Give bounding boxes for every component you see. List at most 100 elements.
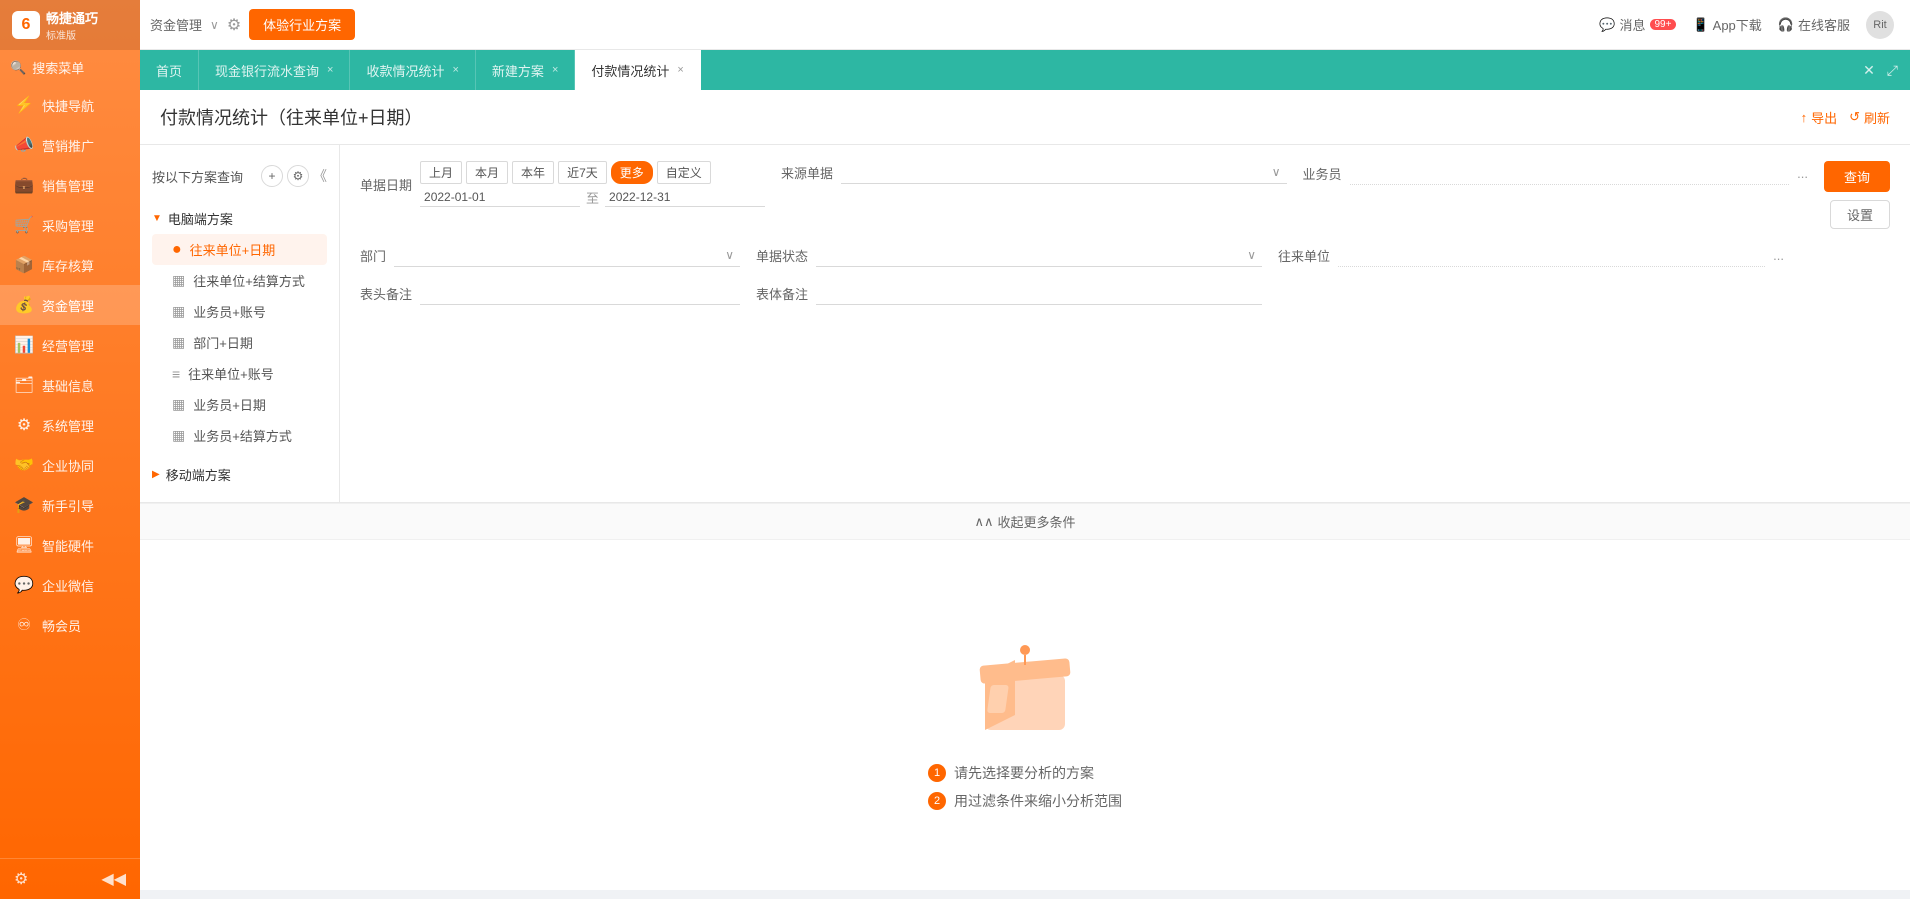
- date-btn-this-year[interactable]: 本年: [512, 161, 554, 184]
- sidebar-item-quick-nav[interactable]: ⚡ 快捷导航: [0, 85, 140, 125]
- date-label: 单据日期: [360, 175, 412, 194]
- scheme-item-dept-date[interactable]: ▦ 部门+日期: [152, 327, 327, 358]
- salesman-dots-button[interactable]: ...: [1797, 166, 1808, 181]
- sidebar-item-sales[interactable]: 💼 销售管理: [0, 165, 140, 205]
- trial-scheme-button[interactable]: 体验行业方案: [249, 9, 355, 40]
- salesman-input[interactable]: [1350, 161, 1790, 185]
- scheme-add-button[interactable]: +: [261, 165, 283, 187]
- date-btn-this-month[interactable]: 本月: [466, 161, 508, 184]
- sidebar-item-label: 销售管理: [42, 176, 94, 195]
- user-avatar[interactable]: Rit: [1866, 11, 1894, 39]
- query-button[interactable]: 查询: [1824, 161, 1890, 192]
- tab-expand-icon[interactable]: ⤢: [1883, 58, 1902, 83]
- header-note-input[interactable]: [420, 281, 740, 305]
- scheme-desktop-label: 电脑端方案: [168, 209, 233, 228]
- search-icon: 🔍: [10, 60, 26, 76]
- online-service-button[interactable]: 🎧 在线客服: [1778, 15, 1850, 34]
- header-note-label: 表头备注: [360, 284, 412, 303]
- scheme-item-label: 业务员+结算方式: [193, 426, 292, 445]
- sidebar-item-guide[interactable]: 🎓 新手引导: [0, 485, 140, 525]
- tab-receivable[interactable]: 收款情况统计 ×: [350, 50, 475, 90]
- topnav-gear-icon[interactable]: ⚙: [227, 15, 241, 35]
- tab-home-label: 首页: [156, 61, 182, 80]
- sidebar-item-operation[interactable]: 📊 经营管理: [0, 325, 140, 365]
- sidebar-item-system[interactable]: ⚙ 系统管理: [0, 405, 140, 445]
- tab-home[interactable]: 首页: [140, 50, 199, 90]
- sidebar-item-member[interactable]: ♾ 畅会员: [0, 605, 140, 645]
- scheme-item-icon: ▦: [172, 427, 185, 444]
- sidebar-settings-icon[interactable]: ⚙: [14, 869, 28, 889]
- capital-icon: 💰: [14, 295, 34, 315]
- scheme-desktop-group[interactable]: ▼ 电脑端方案: [152, 203, 327, 234]
- scheme-group-expand-icon: ▼: [152, 213, 162, 224]
- doc-status-label: 单据状态: [756, 246, 808, 265]
- filter-settings-button[interactable]: 设置: [1830, 200, 1890, 229]
- sidebar-item-basic-info[interactable]: 🗂 基础信息: [0, 365, 140, 405]
- tab-bank-flow-close-icon[interactable]: ×: [327, 64, 333, 76]
- sidebar-item-purchase[interactable]: 🛒 采购管理: [0, 205, 140, 245]
- tab-payment-stats-close-icon[interactable]: ×: [677, 64, 683, 76]
- topnav-right: 💬 消息 99+ 📱 App下载 🎧 在线客服 Rit: [1599, 11, 1910, 39]
- sidebar-item-label: 企业协同: [42, 456, 94, 475]
- top-nav: 资金管理 ∨ ⚙ 体验行业方案 💬 消息 99+ 📱 App下载 🎧 在线客服 …: [140, 0, 1910, 50]
- collapse-bar[interactable]: ∧∧ 收起更多条件: [140, 503, 1910, 540]
- sidebar-item-label: 智能硬件: [42, 536, 94, 555]
- doc-status-field: 单据状态 ∨: [756, 244, 1262, 267]
- date-btn-custom[interactable]: 自定义: [657, 161, 711, 184]
- scheme-item-salesman-settlement[interactable]: ▦ 业务员+结算方式: [152, 420, 327, 451]
- sidebar-item-wechat[interactable]: 💬 企业微信: [0, 565, 140, 605]
- source-doc-dropdown[interactable]: ∨: [841, 161, 1286, 184]
- sidebar-item-capital[interactable]: 💰 资金管理: [0, 285, 140, 325]
- scheme-item-salesman-date[interactable]: ▦ 业务员+日期: [152, 389, 327, 420]
- dept-dropdown[interactable]: ∨: [394, 244, 740, 267]
- scheme-item-label: 往来单位+结算方式: [193, 271, 305, 290]
- scheme-active-icon: ●: [172, 241, 182, 259]
- scheme-item-icon: ▦: [172, 272, 185, 289]
- scheme-collapse-button[interactable]: 《: [313, 166, 327, 186]
- collapse-button[interactable]: ∧∧ 收起更多条件: [974, 512, 1075, 531]
- scheme-item-salesman-account[interactable]: ▦ 业务员+账号: [152, 296, 327, 327]
- search-menu[interactable]: 🔍 搜索菜单: [0, 50, 140, 85]
- scheme-item-partner-settlement[interactable]: ▦ 往来单位+结算方式: [152, 265, 327, 296]
- page-actions: ↑ 导出 ↺ 刷新: [1801, 108, 1890, 127]
- tab-new-scheme[interactable]: 新建方案 ×: [476, 50, 575, 90]
- sidebar-item-inventory[interactable]: 📦 库存核算: [0, 245, 140, 285]
- export-icon: ↑: [1801, 110, 1808, 125]
- sidebar-item-cooperation[interactable]: 🤝 企业协同: [0, 445, 140, 485]
- sidebar-collapse-icon[interactable]: ◀◀: [101, 869, 126, 889]
- doc-status-dropdown[interactable]: ∨: [816, 244, 1262, 267]
- date-btn-more[interactable]: 更多: [611, 161, 653, 184]
- sidebar-item-marketing[interactable]: 📣 营销推广: [0, 125, 140, 165]
- tab-bank-flow-label: 现金银行流水查询: [215, 61, 319, 80]
- tab-payment-stats[interactable]: 付款情况统计 ×: [575, 50, 700, 90]
- tab-new-scheme-label: 新建方案: [492, 61, 544, 80]
- body-note-input[interactable]: [816, 281, 1262, 305]
- partner-dots-button[interactable]: ...: [1773, 248, 1784, 263]
- scheme-item-partner-account[interactable]: ≡ 往来单位+账号: [152, 358, 327, 389]
- header-note-field: 表头备注: [360, 281, 740, 305]
- tab-receivable-close-icon[interactable]: ×: [452, 64, 458, 76]
- scheme-item-partner-date[interactable]: ● 往来单位+日期: [152, 234, 327, 265]
- partner-input[interactable]: [1338, 243, 1765, 267]
- date-range-start[interactable]: 2022-01-01: [420, 188, 580, 207]
- refresh-button[interactable]: ↺ 刷新: [1849, 108, 1890, 127]
- scheme-item-icon: ▦: [172, 303, 185, 320]
- date-btn-7days[interactable]: 近7天: [558, 161, 607, 184]
- export-label: 导出: [1811, 108, 1837, 127]
- tab-close-all-icon[interactable]: ✕: [1859, 58, 1879, 83]
- tab-bank-flow[interactable]: 现金银行流水查询 ×: [199, 50, 350, 90]
- messages-button[interactable]: 💬 消息 99+: [1599, 15, 1676, 34]
- tab-new-scheme-close-icon[interactable]: ×: [552, 64, 558, 76]
- sidebar-item-label: 企业微信: [42, 576, 94, 595]
- date-range-end[interactable]: 2022-12-31: [605, 188, 765, 207]
- date-btn-last-month[interactable]: 上月: [420, 161, 462, 184]
- app-download-button[interactable]: 📱 App下载: [1692, 15, 1761, 34]
- sidebar-item-hardware[interactable]: 🖥 智能硬件: [0, 525, 140, 565]
- partner-field: 往来单位 ...: [1278, 243, 1784, 267]
- scheme-item-label: 业务员+账号: [193, 302, 266, 321]
- empty-state-image: [965, 620, 1085, 743]
- scheme-mobile-group[interactable]: ▶ 移动端方案: [152, 459, 327, 490]
- doc-status-arrow-icon: ∨: [1247, 248, 1256, 262]
- export-button[interactable]: ↑ 导出: [1801, 108, 1838, 127]
- scheme-settings-button[interactable]: ⚙: [287, 165, 309, 187]
